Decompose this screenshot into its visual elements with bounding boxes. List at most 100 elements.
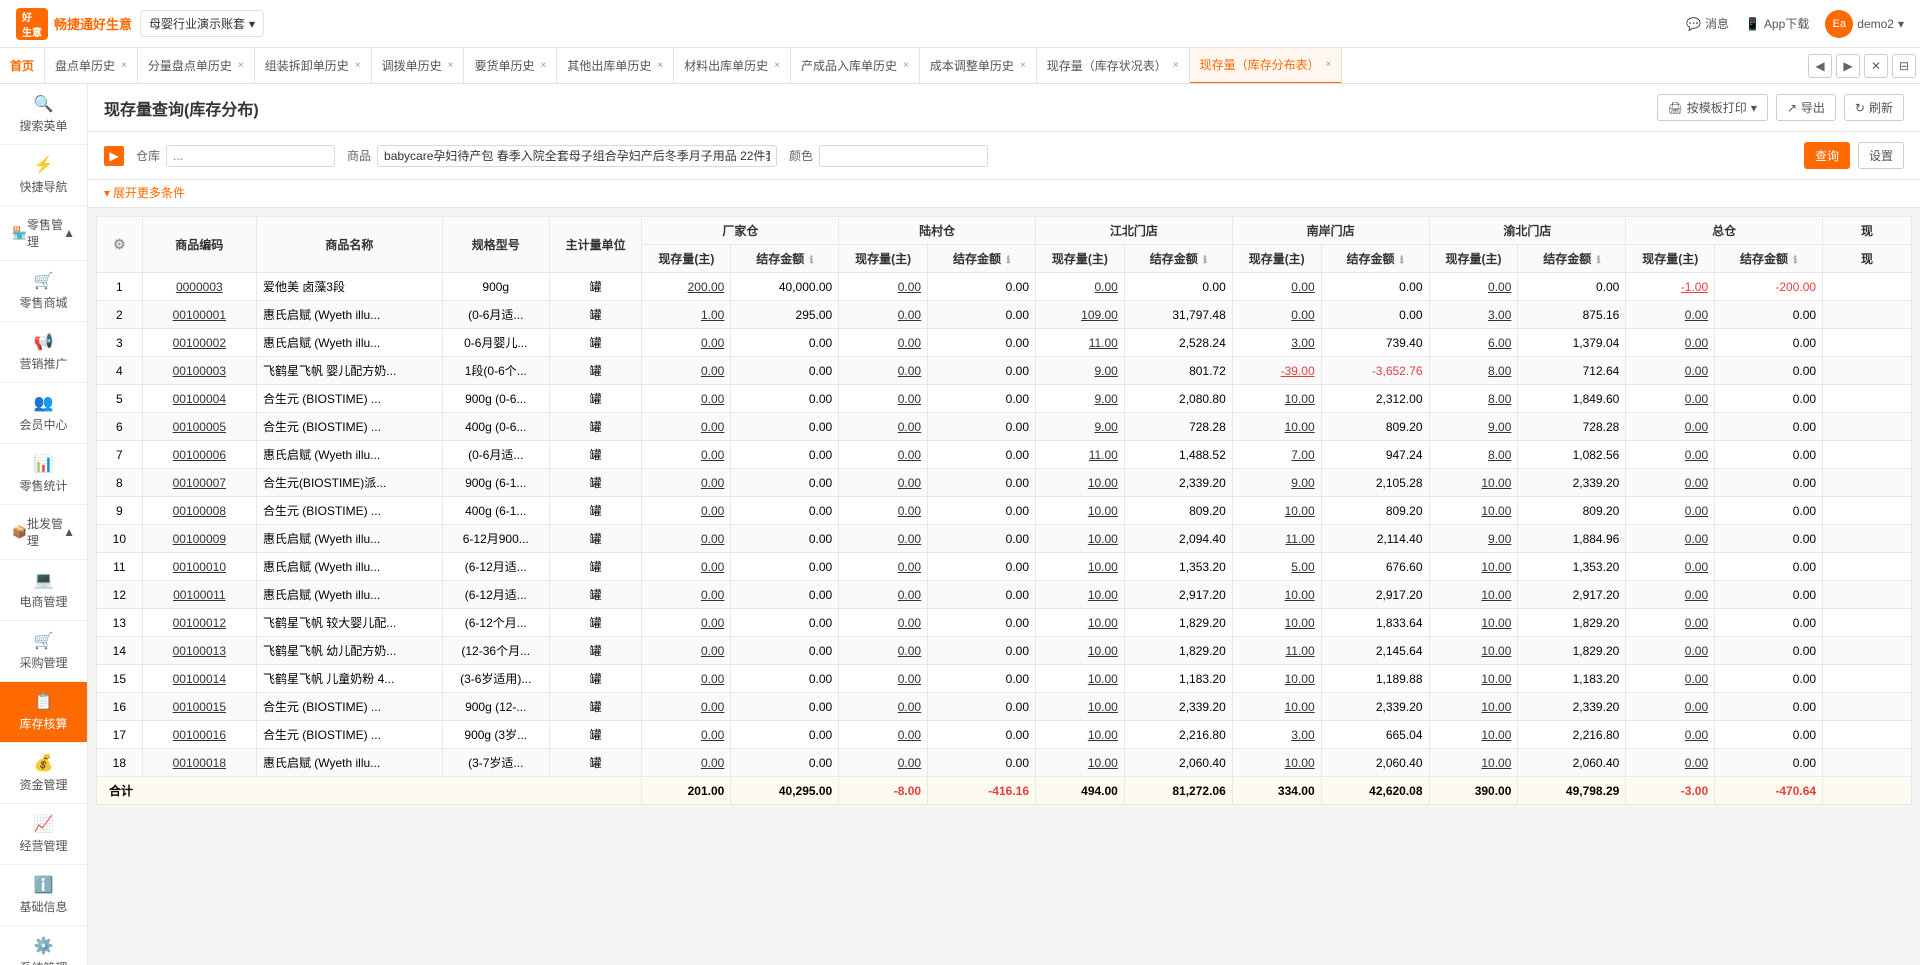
cell-yb-qty[interactable]: 0.00 xyxy=(1429,273,1518,301)
info-icon[interactable]: ℹ xyxy=(1400,255,1404,266)
cell-code[interactable]: 0000003 xyxy=(142,273,256,301)
cell-jb-qty[interactable]: 11.00 xyxy=(1036,329,1125,357)
cell-lu-qty[interactable]: 0.00 xyxy=(839,553,928,581)
settings-btn[interactable]: 设置 xyxy=(1858,142,1904,169)
cell-na-qty[interactable]: 0.00 xyxy=(1232,301,1321,329)
color-input[interactable] xyxy=(819,145,988,167)
tab-close-icon[interactable]: × xyxy=(1173,60,1179,71)
warehouse-input[interactable] xyxy=(166,145,335,167)
cell-yb-qty[interactable]: 8.00 xyxy=(1429,357,1518,385)
cell-code[interactable]: 00100007 xyxy=(142,469,256,497)
tab-item-11[interactable]: 现存量（库存分布表）× xyxy=(1190,48,1343,84)
cell-chang-qty[interactable]: 0.00 xyxy=(642,665,731,693)
cell-jb-qty[interactable]: 9.00 xyxy=(1036,357,1125,385)
cell-yb-qty[interactable]: 10.00 xyxy=(1429,609,1518,637)
sidebar-item-4[interactable]: 📢 营销推广 xyxy=(0,322,87,383)
sidebar-item-6[interactable]: 📊 零售统计 xyxy=(0,444,87,505)
cell-chang-qty[interactable]: 0.00 xyxy=(642,609,731,637)
cell-na-qty[interactable]: -39.00 xyxy=(1232,357,1321,385)
cell-total-qty[interactable]: 0.00 xyxy=(1626,609,1715,637)
tab-item-8[interactable]: 产成品入库单历史× xyxy=(791,48,920,84)
cell-jb-qty[interactable]: 10.00 xyxy=(1036,749,1125,777)
cell-total-qty[interactable]: 0.00 xyxy=(1626,413,1715,441)
tab-item-4[interactable]: 调拨单历史× xyxy=(372,48,465,84)
info-icon[interactable]: ℹ xyxy=(1597,255,1601,266)
info-icon[interactable]: ℹ xyxy=(1006,255,1010,266)
cell-chang-qty[interactable]: 0.00 xyxy=(642,441,731,469)
tab-item-0[interactable]: 首页 xyxy=(0,48,45,84)
message-action[interactable]: 💬 消息 xyxy=(1686,15,1729,32)
filter-collapse-btn[interactable]: ▶ xyxy=(104,146,124,166)
info-icon[interactable]: ℹ xyxy=(1203,255,1207,266)
cell-code[interactable]: 00100016 xyxy=(142,721,256,749)
print-btn[interactable]: 🖨 按模板打印 ▾ xyxy=(1657,94,1768,121)
cell-jb-qty[interactable]: 10.00 xyxy=(1036,469,1125,497)
sidebar-item-3[interactable]: 🛒 零售商城 xyxy=(0,261,87,322)
cell-yb-qty[interactable]: 9.00 xyxy=(1429,413,1518,441)
cell-chang-qty[interactable]: 1.00 xyxy=(642,301,731,329)
tab-close-icon[interactable]: × xyxy=(774,60,780,71)
cell-jb-qty[interactable]: 10.00 xyxy=(1036,693,1125,721)
cell-total-qty[interactable]: 0.00 xyxy=(1626,525,1715,553)
cell-chang-qty[interactable]: 0.00 xyxy=(642,525,731,553)
cell-na-qty[interactable]: 10.00 xyxy=(1232,581,1321,609)
cell-code[interactable]: 00100011 xyxy=(142,581,256,609)
cell-yb-qty[interactable]: 10.00 xyxy=(1429,497,1518,525)
cell-chang-qty[interactable]: 0.00 xyxy=(642,329,731,357)
cell-chang-qty[interactable]: 0.00 xyxy=(642,385,731,413)
table-container[interactable]: ⚙ 商品编码 商品名称 规格型号 主计量单位 厂家仓 陆村仓 江北门店 南岸门店… xyxy=(96,216,1912,901)
cell-chang-qty[interactable]: 0.00 xyxy=(642,413,731,441)
tab-close-icon[interactable]: × xyxy=(1020,60,1026,71)
cell-total-qty[interactable]: 0.00 xyxy=(1626,385,1715,413)
cell-lu-qty[interactable]: 0.00 xyxy=(839,693,928,721)
cell-total-qty[interactable]: 0.00 xyxy=(1626,693,1715,721)
cell-jb-qty[interactable]: 10.00 xyxy=(1036,721,1125,749)
cell-lu-qty[interactable]: 0.00 xyxy=(839,665,928,693)
cell-jb-qty[interactable]: 9.00 xyxy=(1036,413,1125,441)
cell-total-qty[interactable]: 0.00 xyxy=(1626,497,1715,525)
sidebar-item-14[interactable]: ⚙️ 系统管理 xyxy=(0,926,87,965)
cell-code[interactable]: 00100015 xyxy=(142,693,256,721)
tab-next-btn[interactable]: ▶ xyxy=(1836,54,1860,78)
expand-filter-btn[interactable]: ▾ 展开更多条件 xyxy=(104,184,185,201)
tab-close-icon[interactable]: × xyxy=(540,60,546,71)
cell-lu-qty[interactable]: 0.00 xyxy=(839,413,928,441)
cell-code[interactable]: 00100014 xyxy=(142,665,256,693)
cell-yb-qty[interactable]: 10.00 xyxy=(1429,469,1518,497)
tab-item-6[interactable]: 其他出库单历史× xyxy=(557,48,674,84)
product-input[interactable] xyxy=(377,145,777,167)
tab-close-icon[interactable]: × xyxy=(903,60,909,71)
cell-lu-qty[interactable]: 0.00 xyxy=(839,749,928,777)
cell-lu-qty[interactable]: 0.00 xyxy=(839,637,928,665)
cell-total-qty[interactable]: -1.00 xyxy=(1626,273,1715,301)
cell-yb-qty[interactable]: 10.00 xyxy=(1429,553,1518,581)
cell-code[interactable]: 00100004 xyxy=(142,385,256,413)
cell-code[interactable]: 00100002 xyxy=(142,329,256,357)
cell-na-qty[interactable]: 11.00 xyxy=(1232,637,1321,665)
sidebar-item-2[interactable]: 🏪 零售管理 ▲ xyxy=(0,206,87,261)
cell-yb-qty[interactable]: 10.00 xyxy=(1429,721,1518,749)
cell-code[interactable]: 00100012 xyxy=(142,609,256,637)
cell-yb-qty[interactable]: 8.00 xyxy=(1429,385,1518,413)
cell-jb-qty[interactable]: 0.00 xyxy=(1036,273,1125,301)
cell-chang-qty[interactable]: 0.00 xyxy=(642,581,731,609)
info-icon[interactable]: ℹ xyxy=(1793,255,1797,266)
cell-yb-qty[interactable]: 10.00 xyxy=(1429,637,1518,665)
tab-close-icon[interactable]: × xyxy=(121,60,127,71)
cell-chang-qty[interactable]: 200.00 xyxy=(642,273,731,301)
cell-chang-qty[interactable]: 0.00 xyxy=(642,357,731,385)
cell-lu-qty[interactable]: 0.00 xyxy=(839,301,928,329)
cell-code[interactable]: 00100005 xyxy=(142,413,256,441)
cell-total-qty[interactable]: 0.00 xyxy=(1626,581,1715,609)
tab-item-3[interactable]: 组装拆卸单历史× xyxy=(255,48,372,84)
sidebar-item-7[interactable]: 📦 批发管理 ▲ xyxy=(0,505,87,560)
cell-jb-qty[interactable]: 10.00 xyxy=(1036,637,1125,665)
cell-total-qty[interactable]: 0.00 xyxy=(1626,637,1715,665)
cell-jb-qty[interactable]: 10.00 xyxy=(1036,609,1125,637)
cell-total-qty[interactable]: 0.00 xyxy=(1626,301,1715,329)
cell-na-qty[interactable]: 10.00 xyxy=(1232,609,1321,637)
info-icon[interactable]: ℹ xyxy=(810,255,814,266)
cell-code[interactable]: 00100013 xyxy=(142,637,256,665)
cell-jb-qty[interactable]: 109.00 xyxy=(1036,301,1125,329)
cell-code[interactable]: 00100001 xyxy=(142,301,256,329)
